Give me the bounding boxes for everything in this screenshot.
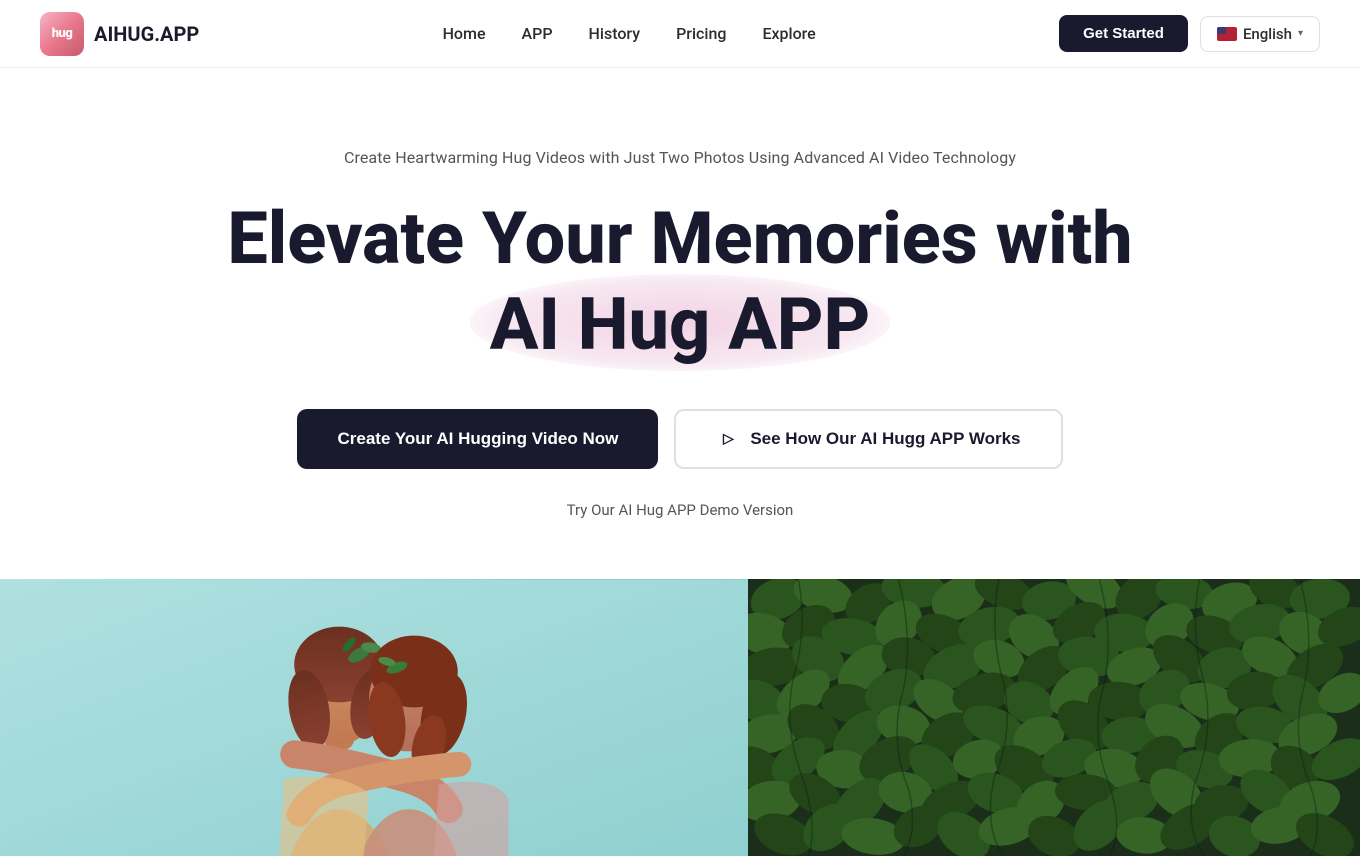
language-label: English (1243, 25, 1292, 43)
see-how-button[interactable]: ▷ See How Our AI Hugg APP Works (674, 409, 1062, 469)
get-started-button[interactable]: Get Started (1059, 15, 1188, 52)
demo-left-panel (0, 579, 748, 856)
nav-link-history[interactable]: History (589, 24, 641, 43)
demo-section (0, 579, 1360, 856)
navbar-links: Home APP History Pricing Explore (443, 24, 816, 43)
hero-title-line2: AI Hug APP (490, 282, 870, 368)
create-video-button[interactable]: Create Your AI Hugging Video Now (297, 409, 658, 469)
hero-title: Elevate Your Memories with AI Hug APP (227, 199, 1132, 369)
hero-title-highlight: AI Hug APP (490, 282, 870, 368)
logo-abbr: hug (52, 26, 73, 41)
navbar: hug AIHUG.APP Home APP History Pricing E… (0, 0, 1360, 68)
flag-icon (1217, 27, 1237, 41)
hero-title-line1: Elevate Your Memories with (227, 199, 1132, 278)
demo-right-panel (748, 579, 1360, 856)
nav-link-explore[interactable]: Explore (762, 24, 815, 43)
navbar-actions: Get Started English ▾ (1059, 15, 1320, 52)
demo-link[interactable]: Try Our AI Hug APP Demo Version (567, 501, 794, 519)
hero-section: Create Heartwarming Hug Videos with Just… (0, 68, 1360, 579)
ivy-svg (748, 579, 1360, 856)
hero-buttons: Create Your AI Hugging Video Now ▷ See H… (297, 409, 1062, 469)
navbar-logo-group: hug AIHUG.APP (40, 12, 199, 56)
language-selector[interactable]: English ▾ (1200, 16, 1320, 52)
see-how-label: See How Our AI Hugg APP Works (750, 429, 1020, 449)
nav-link-app[interactable]: APP (522, 24, 553, 43)
logo-icon[interactable]: hug (40, 12, 84, 56)
people-svg (0, 579, 748, 856)
logo-text[interactable]: AIHUG.APP (94, 22, 199, 46)
nav-link-home[interactable]: Home (443, 24, 486, 43)
chevron-down-icon: ▾ (1298, 28, 1303, 39)
play-icon: ▷ (716, 427, 740, 451)
hero-subtitle: Create Heartwarming Hug Videos with Just… (344, 148, 1016, 167)
nav-link-pricing[interactable]: Pricing (676, 24, 726, 43)
